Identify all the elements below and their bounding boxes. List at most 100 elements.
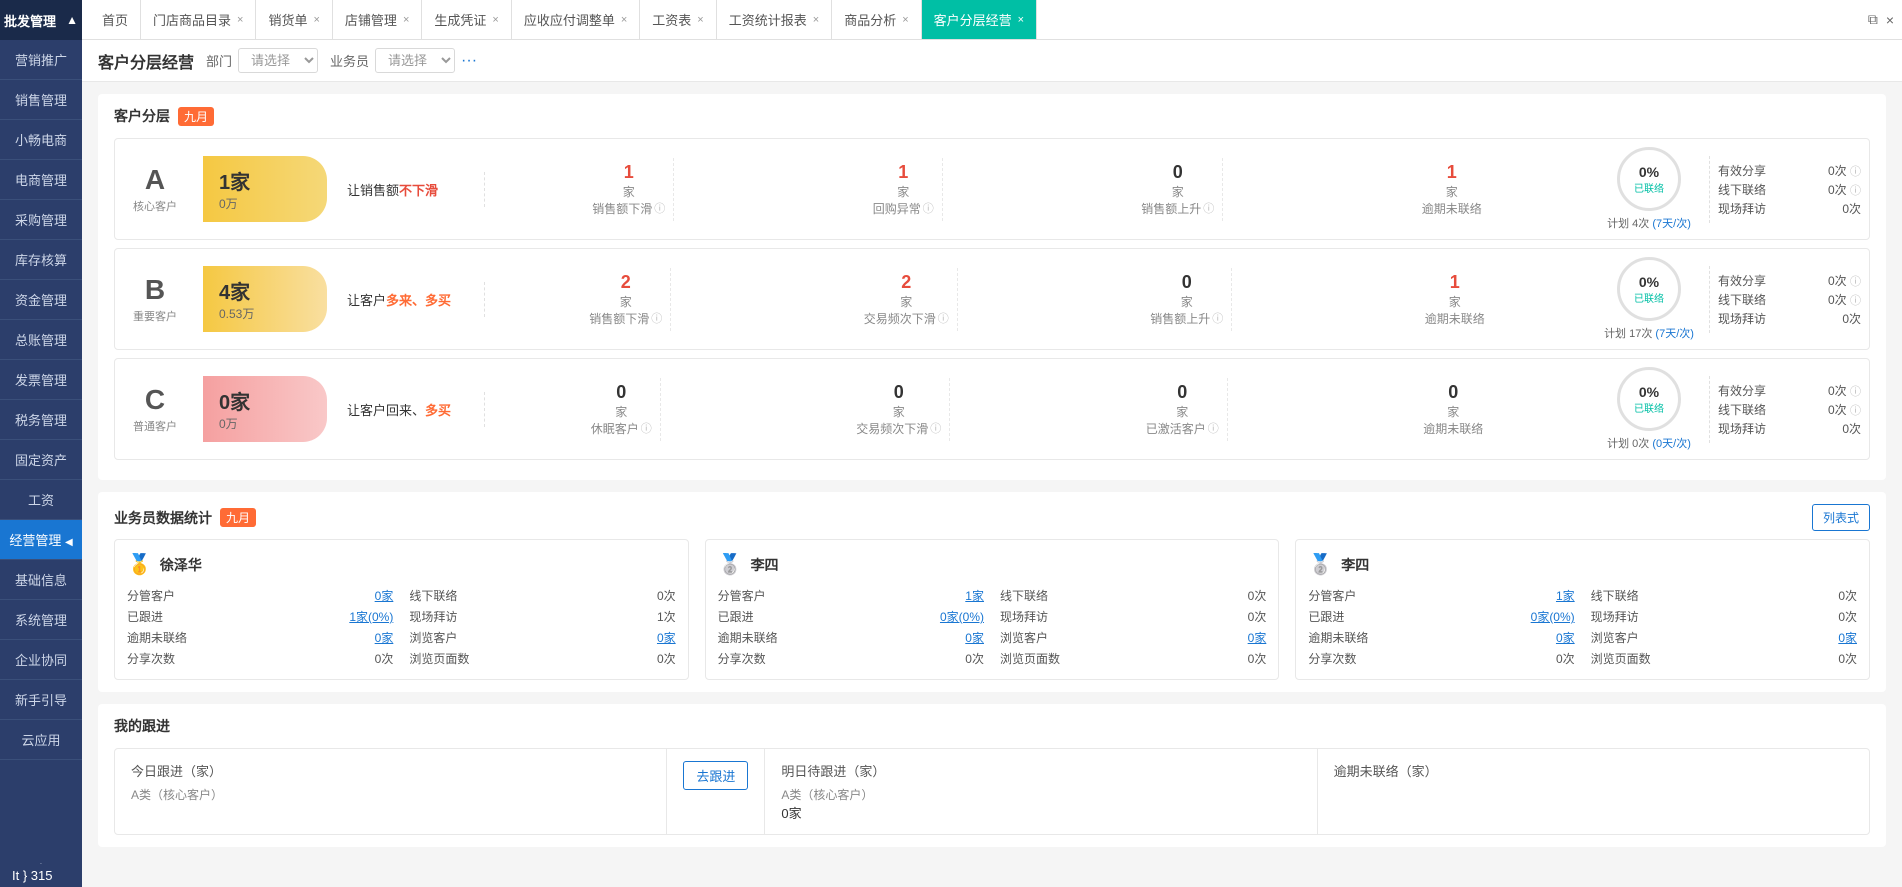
staff-select[interactable]: 请选择: [375, 48, 455, 73]
stat-repurchase-a[interactable]: 1 家 回购异常 ⓘ: [865, 158, 943, 221]
tier-b-contact: 0% 已联络 计划 17次 (7天/次): [1589, 249, 1709, 349]
dept-filter: 部门 请选择: [206, 48, 318, 73]
tier-a-stats: 1 家 销售额下滑 ⓘ 1 家 回购异常 ⓘ 0 家 销售额上升 ⓘ: [485, 150, 1589, 229]
tomorrow-followup-title: 明日待跟进（家）: [781, 761, 1300, 780]
sidebar-item-cloud[interactable]: 云应用: [0, 720, 82, 760]
tab-voucher[interactable]: 生成凭证 ×: [422, 0, 511, 40]
tier-row-b: B 重要客户 4家 0.53万 让客户多来、多买 2 家 销售额下: [114, 248, 1870, 350]
stat-frequency-decline-c[interactable]: 0 家 交易频次下滑 ⓘ: [848, 378, 950, 441]
expand-arrow-icon: ◀: [65, 537, 73, 548]
tier-c-actions: 有效分享0次 ⓘ 线下联络0次 ⓘ 现场拜访0次: [1709, 376, 1869, 443]
tab-payroll-table[interactable]: 工资表 ×: [640, 0, 716, 40]
today-followup-title: 今日跟进（家）: [131, 761, 650, 780]
staff-stats-section: 业务员数据统计 九月 列表式 🥇 徐泽华 分管客户 0家: [98, 492, 1886, 692]
action-offline-b: 线下联络0次 ⓘ: [1718, 291, 1861, 308]
dept-label: 部门: [206, 51, 232, 70]
followup-section: 我的跟进 今日跟进（家） A类（核心客户） 去跟进 明日待跟进（家） A类（核: [98, 704, 1886, 847]
stat-activated-c[interactable]: 0 家 已激活客户 ⓘ: [1138, 378, 1228, 441]
tab-home[interactable]: 首页: [90, 0, 141, 40]
sidebar-item-collab[interactable]: 企业协同: [0, 640, 82, 680]
tab-close-icon[interactable]: ×: [492, 14, 498, 26]
sidebar-item-sales[interactable]: 销售管理: [0, 80, 82, 120]
main-area: 首页 门店商品目录 × 销货单 × 店铺管理 × 生成凭证 × 应收应付调整单 …: [82, 0, 1902, 887]
staff-stat-visit-1: 现场拜访 1次: [409, 608, 675, 625]
dept-select[interactable]: 请选择: [238, 48, 318, 73]
contact-circle-b: 0% 已联络: [1617, 257, 1681, 321]
sidebar-item-purchase[interactable]: 采购管理: [0, 200, 82, 240]
staff-stat-overdue-3: 逾期未联络 0家: [1308, 629, 1574, 646]
tab-store-products[interactable]: 门店商品目录 ×: [141, 0, 256, 40]
tab-customer-tier[interactable]: 客户分层经营 ×: [922, 0, 1037, 40]
tab-close-icon[interactable]: ×: [697, 14, 703, 26]
sidebar-title: 批发管理: [4, 11, 56, 30]
tab-ar-ap[interactable]: 应收应付调整单 ×: [512, 0, 640, 40]
staff-stat-share-1: 分享次数 0次: [127, 650, 393, 667]
sidebar-item-invoice[interactable]: 发票管理: [0, 360, 82, 400]
sidebar-item-payroll[interactable]: 工资: [0, 480, 82, 520]
tab-close-icon[interactable]: ×: [902, 14, 908, 26]
staff-stats-3: 分管客户 1家 线下联络 0次 已跟进 0家(0%) 现场拜访: [1308, 587, 1857, 667]
go-followup-button[interactable]: 去跟进: [683, 761, 748, 790]
staff-stat-visit-3: 现场拜访 0次: [1591, 608, 1857, 625]
stat-overdue-c[interactable]: 0 家 逾期未联络: [1415, 378, 1491, 441]
customer-tier-month: 九月: [178, 107, 214, 126]
tab-payroll-report[interactable]: 工资统计报表 ×: [717, 0, 832, 40]
customer-tier-title: 客户分层: [114, 106, 170, 126]
stat-sales-up-b[interactable]: 0 家 销售额上升 ⓘ: [1142, 268, 1232, 331]
sidebar-item-finance[interactable]: 资金管理: [0, 280, 82, 320]
customer-tier-header: 客户分层 九月: [114, 106, 1870, 126]
sidebar-item-marketing[interactable]: 营销推广: [0, 40, 82, 80]
tab-close-icon[interactable]: ×: [813, 14, 819, 26]
sidebar-item-ecommerce[interactable]: 电商管理: [0, 160, 82, 200]
tab-close-icon[interactable]: ×: [403, 14, 409, 26]
tier-a-label: A 核心客户: [115, 152, 195, 226]
contact-circle-a: 0% 已联络: [1617, 147, 1681, 211]
tab-close-icon[interactable]: ×: [313, 14, 319, 26]
sidebar-item-inventory[interactable]: 库存核算: [0, 240, 82, 280]
tab-close-active-icon[interactable]: ×: [1018, 14, 1024, 26]
tab-close-icon[interactable]: ×: [237, 14, 243, 26]
staff-stat-share-2: 分享次数 0次: [718, 650, 984, 667]
tab-store-mgmt[interactable]: 店铺管理 ×: [333, 0, 422, 40]
staff-stats-title: 业务员数据统计: [114, 508, 212, 528]
action-offline-c: 线下联络0次 ⓘ: [1718, 401, 1861, 418]
sidebar-item-system[interactable]: 系统管理: [0, 600, 82, 640]
page-header: 客户分层经营 部门 请选择 业务员 请选择 ···: [82, 40, 1902, 82]
tier-c-suggestion: 让客户回来、多买: [335, 392, 485, 427]
tab-sales-order[interactable]: 销货单 ×: [256, 0, 332, 40]
staff-name-1: 徐泽华: [160, 555, 202, 575]
stat-sales-decline-b[interactable]: 2 家 销售额下滑 ⓘ: [581, 268, 671, 331]
list-view-button[interactable]: 列表式: [1812, 504, 1870, 531]
sidebar-item-management[interactable]: 经营管理 ◀: [0, 520, 82, 560]
page-title: 客户分层经营: [98, 49, 194, 73]
tab-restore-icon[interactable]: ⧉: [1868, 11, 1878, 28]
footer-text: It } 315: [12, 868, 52, 883]
action-visit-a: 现场拜访0次: [1718, 200, 1861, 217]
tab-close-all-icon[interactable]: ×: [1886, 12, 1894, 28]
sidebar-item-ecommerce-small[interactable]: 小畅电商: [0, 120, 82, 160]
action-share-b: 有效分享0次 ⓘ: [1718, 272, 1861, 289]
followup-title: 我的跟进: [114, 716, 170, 736]
staff-stats-2: 分管客户 1家 线下联络 0次 已跟进 0家(0%) 现场拜访: [718, 587, 1267, 667]
sidebar-item-assets[interactable]: 固定资产: [0, 440, 82, 480]
staff-stat-overdue-1: 逾期未联络 0家: [127, 629, 393, 646]
stat-overdue-b[interactable]: 1 家 逾期未联络: [1417, 268, 1493, 331]
sidebar-item-guide[interactable]: 新手引导: [0, 680, 82, 720]
stat-overdue-a[interactable]: 1 家 逾期未联络: [1414, 158, 1490, 221]
tomorrow-followup: 明日待跟进（家） A类（核心客户） 0家: [764, 749, 1317, 834]
sidebar-collapse-icon[interactable]: ▲: [66, 13, 78, 27]
more-options-icon[interactable]: ···: [461, 52, 477, 70]
sidebar-item-ledger[interactable]: 总账管理: [0, 320, 82, 360]
stat-sales-decline-a[interactable]: 1 家 销售额下滑 ⓘ: [584, 158, 674, 221]
staff-name-3: 李四: [1341, 555, 1369, 575]
stat-sales-up-a[interactable]: 0 家 销售额上升 ⓘ: [1133, 158, 1223, 221]
stat-dormant-c[interactable]: 0 家 休眠客户 ⓘ: [583, 378, 661, 441]
action-share-c: 有效分享0次 ⓘ: [1718, 382, 1861, 399]
tab-close-icon[interactable]: ×: [621, 14, 627, 26]
sidebar-item-tax[interactable]: 税务管理: [0, 400, 82, 440]
staff-stat-offline-2: 线下联络 0次: [1000, 587, 1266, 604]
stat-frequency-decline-b[interactable]: 2 家 交易频次下滑 ⓘ: [856, 268, 958, 331]
tab-product-analysis[interactable]: 商品分析 ×: [832, 0, 921, 40]
tier-a-suggestion: 让销售额不下滑: [335, 172, 485, 207]
sidebar-item-basic[interactable]: 基础信息: [0, 560, 82, 600]
